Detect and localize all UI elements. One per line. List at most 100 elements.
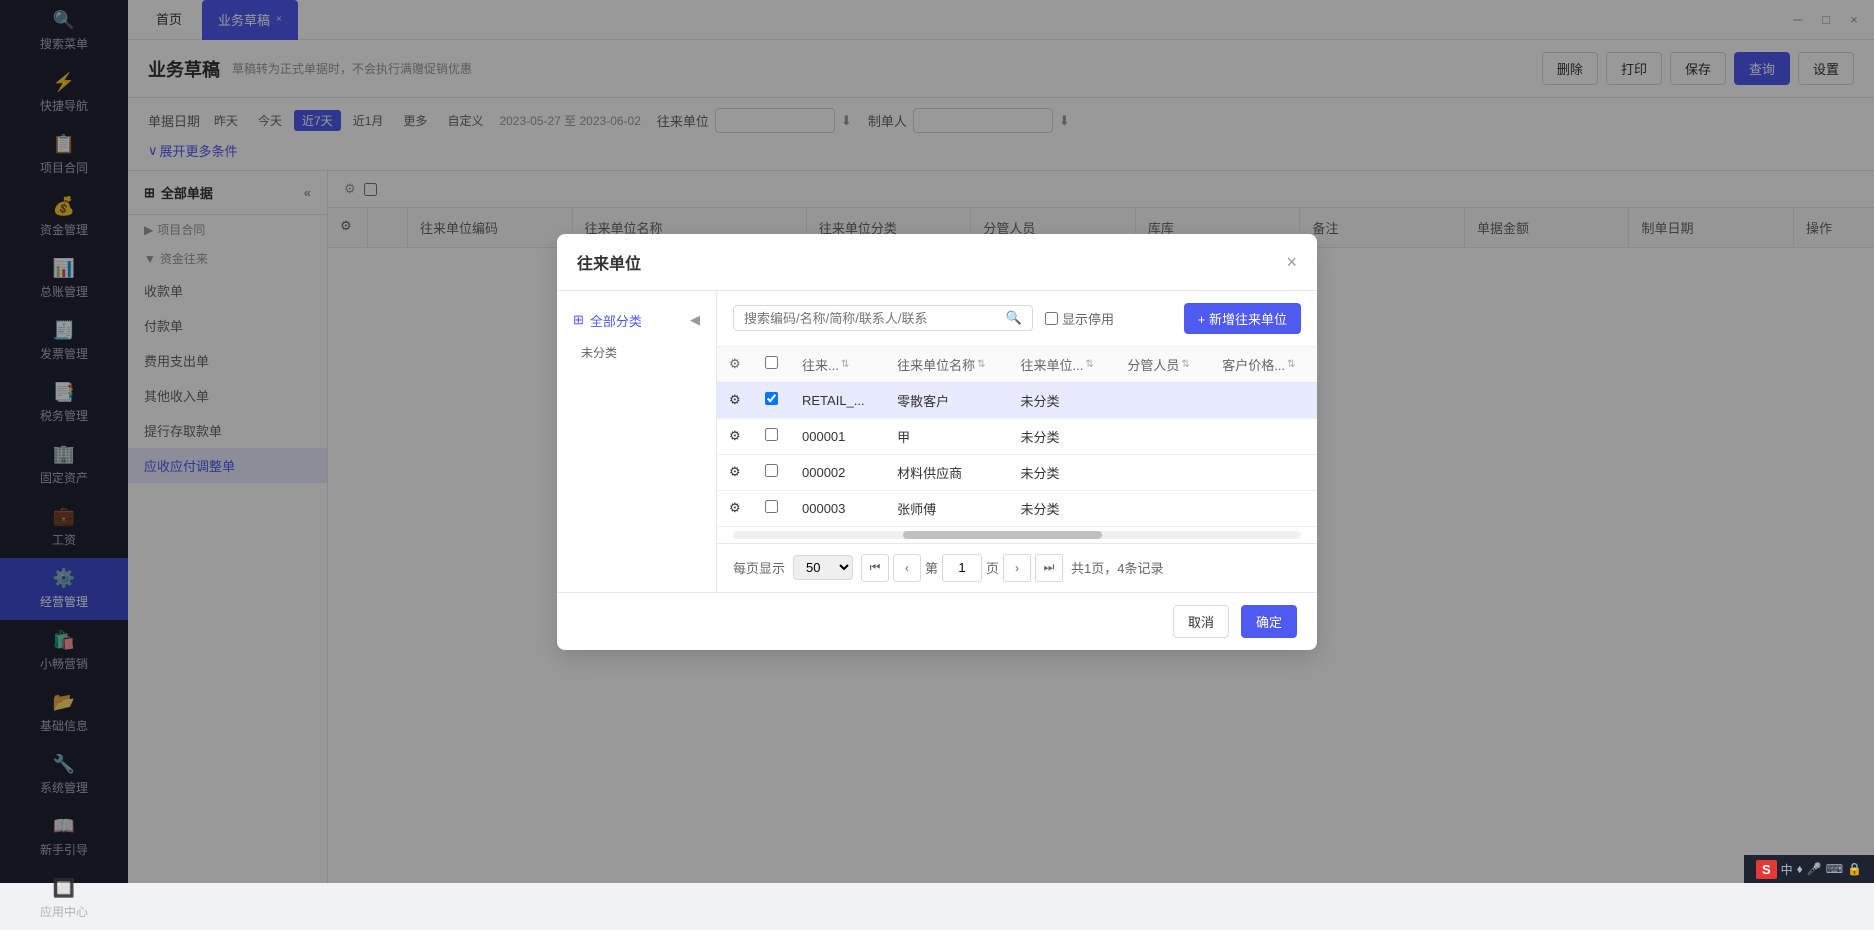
- dialog-overlay[interactable]: 往来单位 × ⊞ 全部分类 ◀ 未分类: [0, 0, 1874, 883]
- table-row[interactable]: ⚙ 000003 张师傅 未分类: [717, 490, 1317, 526]
- sort-price[interactable]: 客户价格... ⇅: [1222, 355, 1305, 374]
- sort-icon: ⇅: [1085, 359, 1093, 370]
- status-dot: ♦: [1797, 862, 1803, 876]
- cell-manager: [1115, 418, 1210, 454]
- cell-code: 000003: [790, 490, 885, 526]
- scrollbar-thumb[interactable]: [903, 531, 1102, 539]
- cell-manager: [1115, 382, 1210, 418]
- cell-price: [1210, 490, 1317, 526]
- sort-icon: ⇅: [977, 359, 985, 370]
- sort-icon: ⇅: [1287, 359, 1295, 370]
- prev-page-button[interactable]: ‹: [893, 554, 921, 582]
- dialog-search-bar: 🔍 显示停用 + 新增往来单位: [717, 291, 1317, 347]
- cell-manager: [1115, 454, 1210, 490]
- cell-price: [1210, 382, 1317, 418]
- dialog-close-button[interactable]: ×: [1286, 253, 1297, 271]
- dialog-title: 往来单位: [577, 250, 641, 274]
- cell-settings: ⚙: [717, 490, 753, 526]
- row-checkbox[interactable]: [765, 392, 778, 405]
- cell-price: [1210, 418, 1317, 454]
- dialog-category-all[interactable]: ⊞ 全部分类 ◀: [557, 303, 716, 338]
- cell-settings: ⚙: [717, 418, 753, 454]
- dialog-right-panel: 🔍 显示停用 + 新增往来单位 ⚙: [717, 291, 1317, 592]
- cell-category: 未分类: [1009, 490, 1116, 526]
- cell-settings: ⚙: [717, 382, 753, 418]
- th-settings: ⚙: [717, 347, 753, 383]
- cell-name: 材料供应商: [885, 454, 1008, 490]
- dialog-pagination: 每页显示 50 20 100 ⏮ ‹ 第 页 › ⏭: [717, 543, 1317, 592]
- table-row[interactable]: ⚙ RETAIL_... 零散客户 未分类: [717, 382, 1317, 418]
- cell-code: RETAIL_...: [790, 382, 885, 418]
- cell-category: 未分类: [1009, 382, 1116, 418]
- partner-search-input[interactable]: [744, 311, 1000, 326]
- dialog-header: 往来单位 ×: [557, 234, 1317, 291]
- dialog-table-head: ⚙ 往来... ⇅ 往来单位名: [717, 347, 1317, 383]
- table-select-all[interactable]: [765, 356, 778, 369]
- status-mic: 🎤: [1807, 862, 1822, 876]
- page-nav: ⏮ ‹ 第 页 › ⏭: [861, 554, 1063, 582]
- grid-small-icon: ⊞: [573, 312, 584, 328]
- status-lock: 🔒: [1847, 862, 1862, 876]
- sort-category[interactable]: 往来单位... ⇅: [1021, 355, 1104, 374]
- show-disabled-label[interactable]: 显示停用: [1045, 309, 1114, 328]
- dialog-table-wrap: ⚙ 往来... ⇅ 往来单位名: [717, 347, 1317, 527]
- dialog-category-unclassified[interactable]: 未分类: [557, 338, 716, 367]
- search-input-wrap: 🔍: [733, 305, 1033, 331]
- last-page-button[interactable]: ⏭: [1035, 554, 1063, 582]
- horizontal-scrollbar[interactable]: [733, 531, 1301, 539]
- sort-name[interactable]: 往来单位名称 ⇅: [897, 355, 996, 374]
- cell-name: 零散客户: [885, 382, 1008, 418]
- cancel-button[interactable]: 取消: [1173, 605, 1229, 638]
- cell-code: 000002: [790, 454, 885, 490]
- cell-checkbox: [753, 490, 790, 526]
- page-word: 第: [925, 558, 938, 577]
- cell-code: 000001: [790, 418, 885, 454]
- dialog-left-panel: ⊞ 全部分类 ◀ 未分类: [557, 291, 717, 592]
- th-manager: 分管人员 ⇅: [1115, 347, 1210, 383]
- confirm-button[interactable]: 确定: [1241, 605, 1297, 638]
- partner-dialog: 往来单位 × ⊞ 全部分类 ◀ 未分类: [557, 234, 1317, 650]
- page-size-label: 每页显示: [733, 558, 785, 577]
- sort-code[interactable]: 往来... ⇅: [802, 355, 873, 374]
- dialog-table: ⚙ 往来... ⇅ 往来单位名: [717, 347, 1317, 527]
- sort-icon: ⇅: [841, 359, 849, 370]
- total-label: 共1页，4条记录: [1071, 558, 1163, 577]
- sort-icon: ⇅: [1181, 359, 1189, 370]
- sub-category-label: 未分类: [581, 346, 617, 360]
- status-cn: 中: [1781, 861, 1793, 878]
- cell-price: [1210, 454, 1317, 490]
- page-number-input[interactable]: [942, 554, 982, 582]
- th-name: 往来单位名称 ⇅: [885, 347, 1008, 383]
- add-partner-button[interactable]: + 新增往来单位: [1184, 303, 1301, 334]
- row-checkbox[interactable]: [765, 428, 778, 441]
- show-disabled-text: 显示停用: [1062, 309, 1114, 328]
- cell-checkbox: [753, 418, 790, 454]
- search-icon: 🔍: [1006, 310, 1022, 326]
- first-page-button[interactable]: ⏮: [861, 554, 889, 582]
- status-logo: S: [1756, 860, 1777, 879]
- show-disabled-checkbox[interactable]: [1045, 312, 1058, 325]
- cell-manager: [1115, 490, 1210, 526]
- status-bar: S 中 ♦ 🎤 ⌨ 🔒: [1744, 855, 1874, 883]
- dialog-actions: 取消 确定: [557, 592, 1317, 650]
- th-price: 客户价格... ⇅: [1210, 347, 1317, 383]
- page-label: 页: [986, 558, 999, 577]
- collapse-icon[interactable]: ◀: [690, 312, 700, 328]
- cell-checkbox: [753, 454, 790, 490]
- row-checkbox[interactable]: [765, 464, 778, 477]
- sort-manager[interactable]: 分管人员 ⇅: [1127, 355, 1198, 374]
- th-code: 往来... ⇅: [790, 347, 885, 383]
- table-row[interactable]: ⚙ 000001 甲 未分类: [717, 418, 1317, 454]
- row-checkbox[interactable]: [765, 500, 778, 513]
- next-page-button[interactable]: ›: [1003, 554, 1031, 582]
- cell-settings: ⚙: [717, 454, 753, 490]
- category-label: 全部分类: [590, 311, 642, 330]
- table-row[interactable]: ⚙ 000002 材料供应商 未分类: [717, 454, 1317, 490]
- cell-checkbox: [753, 382, 790, 418]
- dialog-body: ⊞ 全部分类 ◀ 未分类 🔍 显示停用: [557, 291, 1317, 592]
- cell-category: 未分类: [1009, 454, 1116, 490]
- page-size-select[interactable]: 50 20 100: [793, 555, 853, 580]
- status-keyboard: ⌨: [1826, 862, 1843, 876]
- cell-name: 张师傅: [885, 490, 1008, 526]
- th-checkbox: [753, 347, 790, 383]
